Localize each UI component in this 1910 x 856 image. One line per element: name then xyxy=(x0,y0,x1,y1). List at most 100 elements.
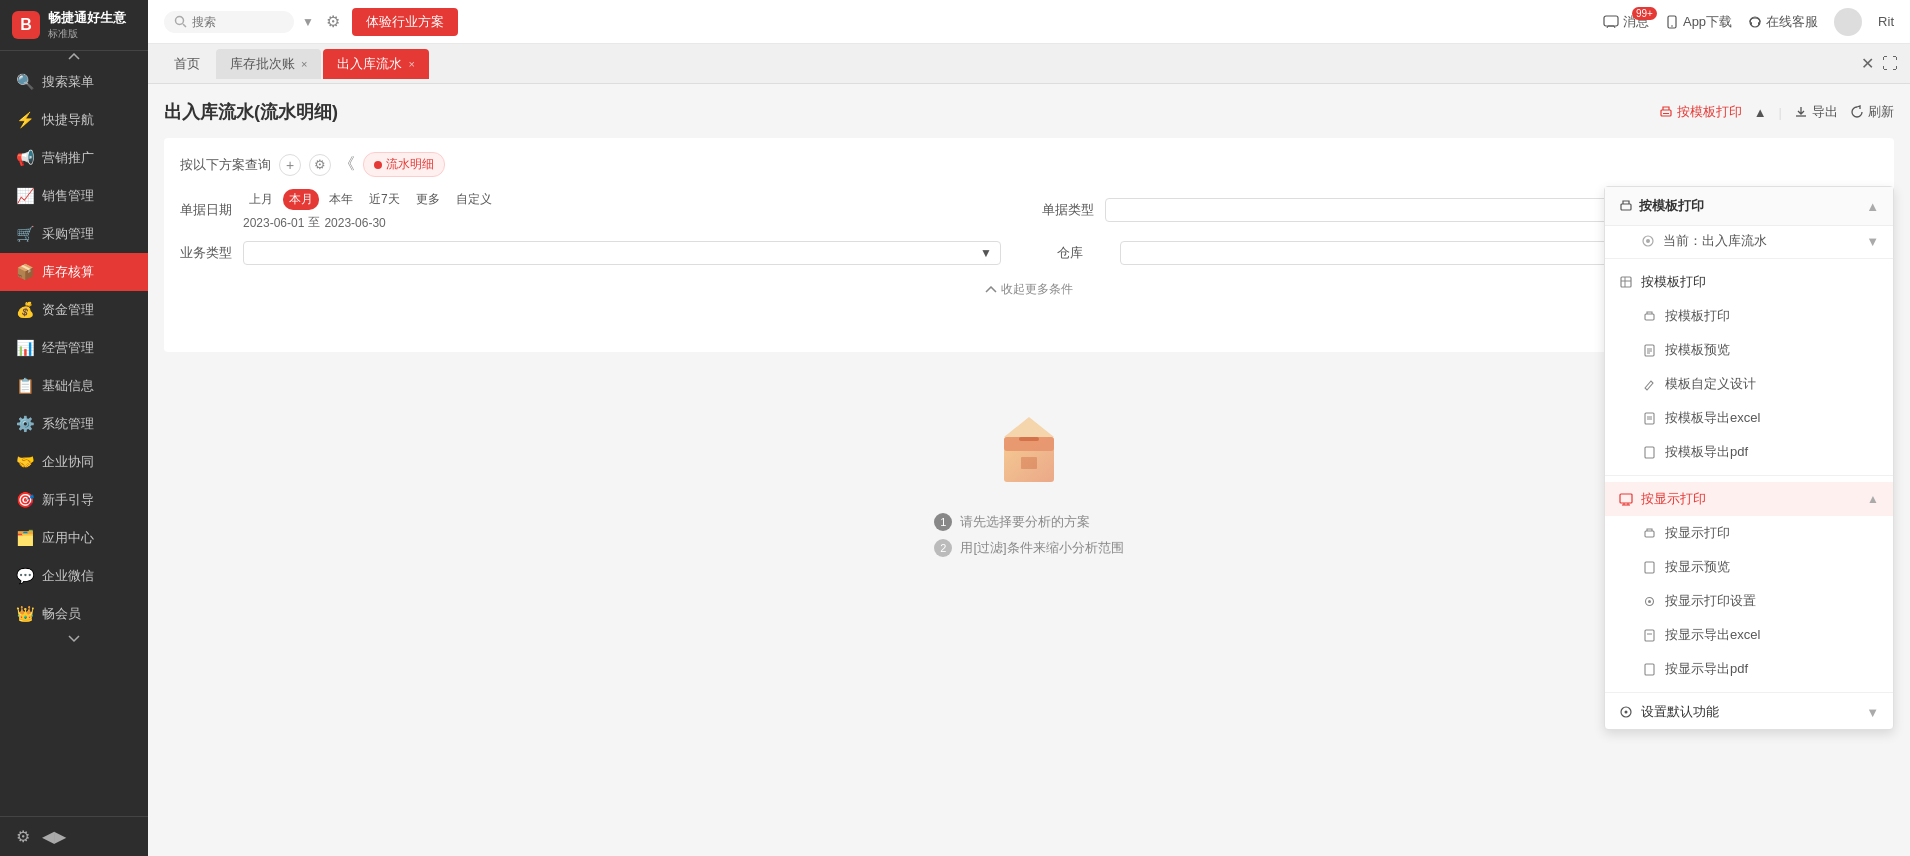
sidebar-item-label-purchase: 采购管理 xyxy=(42,225,94,243)
tab-home[interactable]: 首页 xyxy=(160,49,214,79)
search-input[interactable] xyxy=(192,15,282,29)
sidebar-item-search[interactable]: 🔍搜索菜单 xyxy=(0,63,148,101)
dp-display-header[interactable]: 按显示打印 ▲ xyxy=(1605,482,1893,516)
tab-expand-btn[interactable]: ⛶ xyxy=(1882,55,1898,73)
svg-rect-21 xyxy=(1645,314,1654,320)
filter-add-btn[interactable]: + xyxy=(279,154,301,176)
phone-icon xyxy=(1665,15,1679,29)
industry-btn[interactable]: 体验行业方案 xyxy=(352,8,458,36)
search-bar[interactable] xyxy=(164,11,294,33)
messages-btn[interactable]: 消息 99+ xyxy=(1603,13,1649,31)
tab-flow[interactable]: 出入库流水 × xyxy=(323,49,428,79)
logo-text: 畅捷通好生意 标准版 xyxy=(48,10,126,40)
step-1-num: 1 xyxy=(934,513,952,531)
chevron-up-icon xyxy=(985,286,997,294)
topbar-dropdown[interactable]: ▼ xyxy=(302,15,314,29)
online-service-label: 在线客服 xyxy=(1766,13,1818,31)
dp-template-header[interactable]: 按模板打印 xyxy=(1605,265,1893,299)
empty-steps: 1 请先选择要分析的方案 2 用[过滤]条件来缩小分析范围 xyxy=(934,513,1123,557)
filter-settings-btn[interactable]: ⚙ xyxy=(309,154,331,176)
dp-current-arrow[interactable]: ▼ xyxy=(1866,234,1879,249)
action-arrow-up[interactable]: ▲ xyxy=(1754,105,1767,120)
biz-type-select[interactable]: ▼ xyxy=(243,241,1001,265)
tab-flow-close[interactable]: × xyxy=(408,58,414,70)
topbar-settings-icon[interactable]: ⚙ xyxy=(326,12,340,31)
sidebar-item-operation[interactable]: 📊 经营管理 xyxy=(0,329,148,367)
sidebar-item-sales[interactable]: 📈销售管理 xyxy=(0,177,148,215)
sidebar-item-system[interactable]: ⚙️系统管理 xyxy=(0,405,148,443)
sidebar-item-finance[interactable]: 💰资金管理 xyxy=(0,291,148,329)
export-btn[interactable]: 导出 xyxy=(1794,103,1838,121)
dp-item-display-preview[interactable]: 按显示预览 xyxy=(1605,550,1893,584)
dp-title: 按模板打印 xyxy=(1619,197,1704,215)
doc-type-label: 单据类型 xyxy=(1042,201,1097,219)
date-options-group: 上月 本月 本年 近7天 更多 自定义 2023-06-01 至 2023-06… xyxy=(243,189,498,231)
sidebar-logo: B 畅捷通好生意 标准版 xyxy=(0,0,148,51)
dp-item-display-excel[interactable]: 按显示导出excel xyxy=(1605,618,1893,652)
refresh-btn[interactable]: 刷新 xyxy=(1850,103,1894,121)
user-avatar[interactable] xyxy=(1834,8,1862,36)
dp-item-template-excel[interactable]: 按模板导出excel xyxy=(1605,401,1893,435)
sidebar-item-inventory[interactable]: 📦库存核算 xyxy=(0,253,148,291)
sidebar-item-app-center[interactable]: 🗂️应用中心 xyxy=(0,519,148,557)
sidebar-item-collab[interactable]: 🤝企业协同 xyxy=(0,443,148,481)
tab-batch-account[interactable]: 库存批次账 × xyxy=(216,49,321,79)
date-opt-7days[interactable]: 近7天 xyxy=(363,189,406,210)
content-area: 出入库流水(流水明细) 按模板打印 ▲ | 导出 刷新 xyxy=(148,84,1910,856)
dp-footer-label: 设置默认功能 xyxy=(1619,703,1719,721)
scroll-up-btn[interactable] xyxy=(0,51,148,63)
filter-active-tag[interactable]: 流水明细 xyxy=(363,152,445,177)
dp-template-print-icon xyxy=(1641,308,1657,324)
settings-icon[interactable]: ⚙ xyxy=(16,827,30,846)
sidebar-nav: 🔍搜索菜单⚡快捷导航📢营销推广📈销售管理🛒采购管理📦库存核算💰资金管理 📊 经营管理… xyxy=(0,51,148,816)
template-print-btn[interactable]: 按模板打印 xyxy=(1659,103,1742,121)
dp-item-display-pdf[interactable]: 按显示导出pdf xyxy=(1605,652,1893,686)
dp-header-arrow[interactable]: ▲ xyxy=(1866,199,1879,214)
sidebar-item-quick-nav[interactable]: ⚡快捷导航 xyxy=(0,101,148,139)
dp-settings-icon xyxy=(1619,705,1633,719)
app-download-btn[interactable]: App下载 xyxy=(1665,13,1732,31)
dp-display-arrow[interactable]: ▲ xyxy=(1867,492,1879,506)
online-service-btn[interactable]: 在线客服 xyxy=(1748,13,1818,31)
sidebar-item-wechat[interactable]: 💬企业微信 xyxy=(0,557,148,595)
toggle-icon[interactable]: ◀▶ xyxy=(42,827,66,846)
date-opt-custom[interactable]: 自定义 xyxy=(450,189,498,210)
date-opt-more[interactable]: 更多 xyxy=(410,189,446,210)
date-opt-last-month[interactable]: 上月 xyxy=(243,189,279,210)
dp-display-print-label: 按显示打印 xyxy=(1665,524,1730,542)
dp-item-template-print[interactable]: 按模板打印 xyxy=(1605,299,1893,333)
date-options: 上月 本月 本年 近7天 更多 自定义 xyxy=(243,189,498,210)
sidebar-item-label-basic: 基础信息 xyxy=(42,377,94,395)
svg-rect-9 xyxy=(1663,113,1669,114)
tab-batch-close[interactable]: × xyxy=(301,58,307,70)
sidebar-item-icon-operation: 📊 xyxy=(16,339,34,357)
dp-item-template-pdf[interactable]: 按模板导出pdf xyxy=(1605,435,1893,469)
message-icon xyxy=(1603,14,1619,30)
sidebar-item-purchase[interactable]: 🛒采购管理 xyxy=(0,215,148,253)
sidebar-item-icon-quick-nav: ⚡ xyxy=(16,111,34,129)
dp-template-print-label: 按模板打印 xyxy=(1665,307,1730,325)
date-opt-this-month[interactable]: 本月 xyxy=(283,189,319,210)
sidebar-item-marketing[interactable]: 📢营销推广 xyxy=(0,139,148,177)
export-label: 导出 xyxy=(1812,103,1838,121)
dp-footer[interactable]: 设置默认功能 ▼ xyxy=(1605,695,1893,729)
dp-item-display-print[interactable]: 按显示打印 xyxy=(1605,516,1893,550)
filter-collapse-btn[interactable]: 《 xyxy=(339,154,355,175)
sidebar-item-guide[interactable]: 🎯新手引导 xyxy=(0,481,148,519)
sidebar-item-member[interactable]: 👑畅会员 xyxy=(0,595,148,633)
dp-footer-arrow[interactable]: ▼ xyxy=(1866,705,1879,720)
dp-item-display-print-settings[interactable]: 按显示打印设置 xyxy=(1605,584,1893,618)
sidebar-item-label-operation: 经营管理 xyxy=(42,339,94,357)
scroll-down-btn[interactable] xyxy=(0,633,148,645)
svg-marker-13 xyxy=(1004,417,1054,437)
dp-display-excel-icon xyxy=(1641,627,1657,643)
empty-icon xyxy=(984,407,1074,497)
svg-rect-40 xyxy=(1645,664,1654,675)
sidebar-items: 🔍搜索菜单⚡快捷导航📢营销推广📈销售管理🛒采购管理📦库存核算💰资金管理 📊 经营管理… xyxy=(0,63,148,633)
dp-item-template-preview[interactable]: 按模板预览 xyxy=(1605,333,1893,367)
dp-item-template-custom[interactable]: 模板自定义设计 xyxy=(1605,367,1893,401)
dp-template-section: 按模板打印 按模板打印 按模板预览 模板自定义设计 按模板导出excel xyxy=(1605,261,1893,473)
sidebar-item-basic[interactable]: 📋基础信息 xyxy=(0,367,148,405)
tab-close-all-btn[interactable]: ✕ xyxy=(1861,54,1874,73)
date-opt-this-year[interactable]: 本年 xyxy=(323,189,359,210)
